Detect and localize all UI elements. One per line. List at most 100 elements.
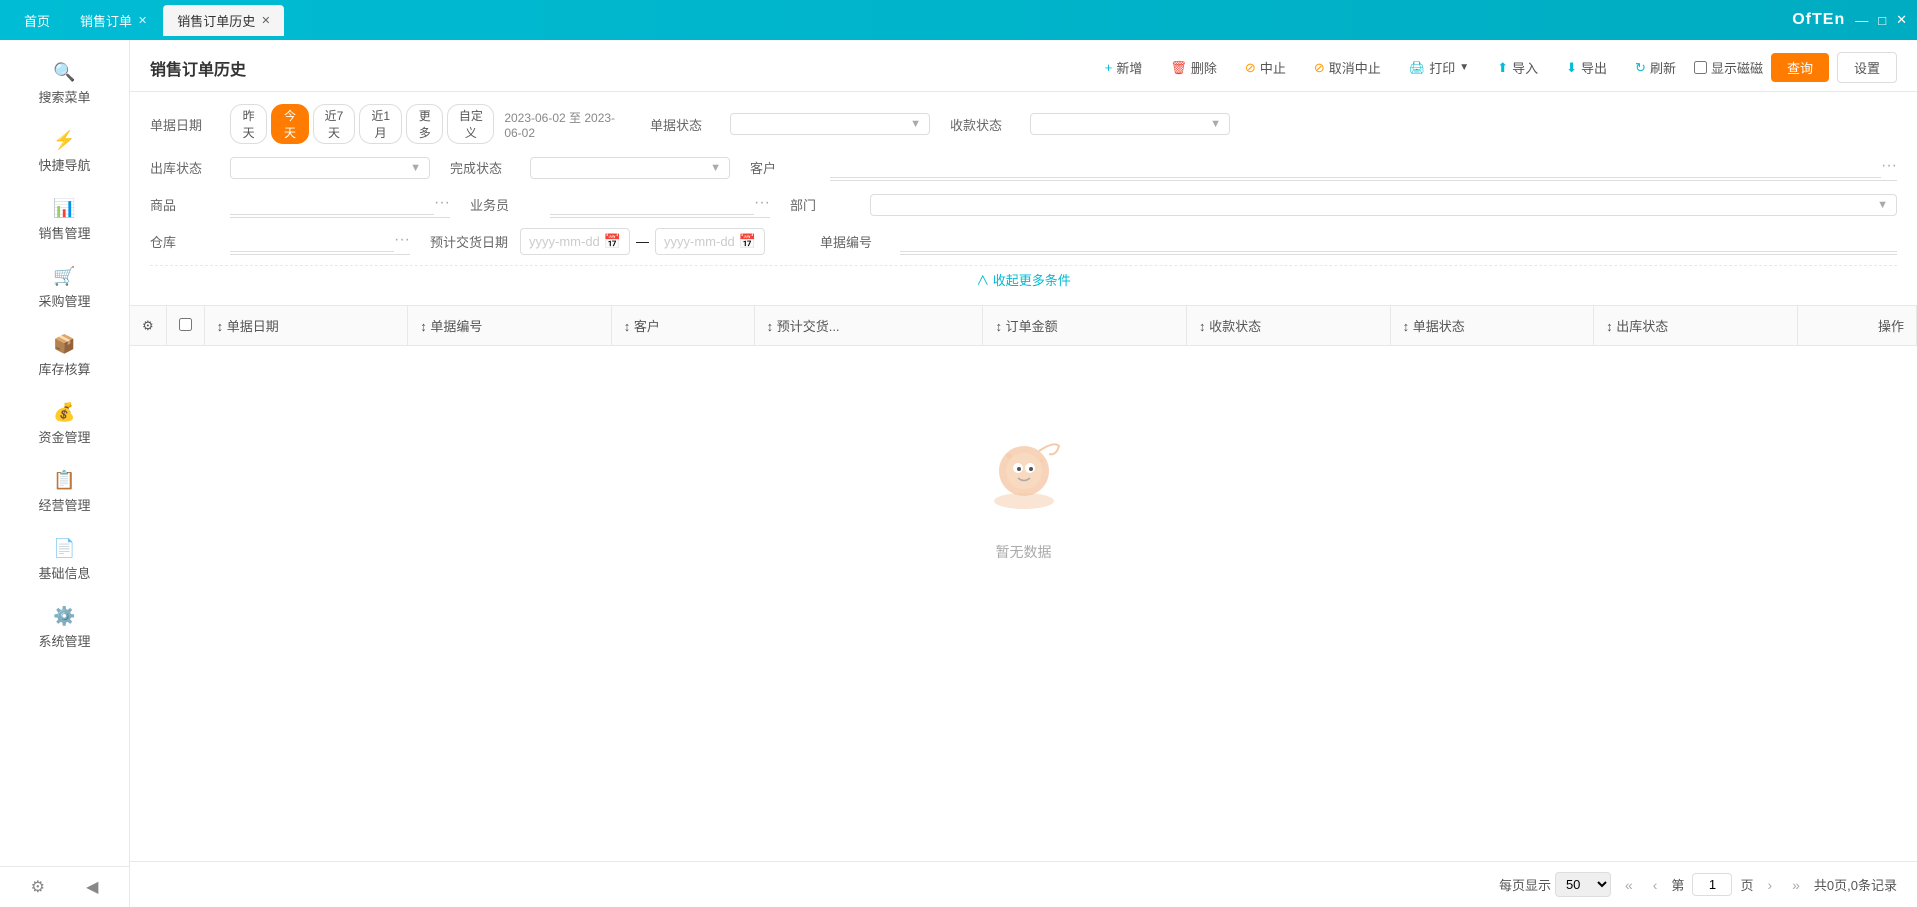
custom-btn[interactable]: 自定义 [447, 104, 494, 144]
sidebar-item-sales-mgmt-label: 销售管理 [38, 223, 90, 242]
tab-sales-order-close[interactable]: ✕ [138, 14, 147, 27]
more-btn[interactable]: 更多 [406, 104, 443, 144]
last7days-btn[interactable]: 近7天 [313, 104, 356, 144]
empty-text: 暂无数据 [996, 542, 1052, 562]
sidebar-item-sales-mgmt[interactable]: 📊 销售管理 [0, 186, 129, 254]
col-order-amount-label: ↕ 订单金额 [995, 319, 1057, 334]
sidebar-item-system[interactable]: ⚙️ 系统管理 [0, 594, 129, 662]
sidebar-item-operations-label: 经营管理 [38, 495, 90, 514]
main-layout: 🔍 搜索菜单 ⚡ 快捷导航 📊 销售管理 🛒 采购管理 📦 库存核算 💰 资金管… [0, 40, 1917, 907]
estimated-delivery-end[interactable]: yyyy-mm-dd 📅 [655, 228, 765, 255]
settings-button[interactable]: 设置 [1837, 52, 1897, 83]
tab-sales-order[interactable]: 销售订单 ✕ [66, 5, 161, 36]
product-input[interactable] [230, 191, 434, 215]
window-maximize-icon[interactable]: □ [1878, 13, 1886, 28]
new-icon: + [1105, 60, 1113, 75]
stop-button[interactable]: ⊘ 中止 [1235, 53, 1296, 82]
tab-sales-order-history-label: 销售订单历史 [177, 11, 255, 30]
doc-status-select[interactable]: ▼ [730, 113, 930, 135]
empty-state: 暂无数据 [130, 346, 1917, 642]
page-header: 销售订单历史 + 新增 🗑 删除 ⊘ 中止 ⊘ 取消中止 [130, 40, 1917, 92]
cancel-stop-button[interactable]: ⊘ 取消中止 [1304, 53, 1391, 82]
sidebar-item-finance[interactable]: 💰 资金管理 [0, 390, 129, 458]
col-check[interactable] [166, 306, 204, 346]
next-page-button[interactable]: › [1761, 875, 1778, 895]
tab-sales-order-history[interactable]: 销售订单历史 ✕ [163, 5, 284, 36]
col-order-amount[interactable]: ↕ 订单金额 [983, 306, 1187, 346]
col-estimated-delivery[interactable]: ↕ 预计交货... [754, 306, 983, 346]
order-no-input[interactable] [900, 228, 1897, 252]
customer-input[interactable] [830, 154, 1881, 178]
new-button[interactable]: + 新增 [1095, 53, 1153, 82]
display-cols-checkbox[interactable]: 显示磁磁 [1694, 58, 1763, 77]
sales-rep-dots-icon[interactable]: ··· [754, 194, 770, 212]
outbound-status-select[interactable]: ▼ [230, 157, 430, 179]
page-size-selector[interactable]: 50 10 20 100 [1555, 872, 1611, 897]
last1month-btn[interactable]: 近1月 [359, 104, 402, 144]
date-quick-btns: 昨天 今天 近7天 近1月 更多 自定义 [230, 104, 494, 144]
tab-home[interactable]: 首页 [10, 5, 64, 36]
col-outbound-status[interactable]: ↕ 出库状态 [1594, 306, 1798, 346]
export-button[interactable]: ⬇ 导出 [1556, 53, 1617, 82]
estimated-delivery-start-placeholder: yyyy-mm-dd [529, 234, 600, 249]
page-input[interactable] [1692, 873, 1732, 896]
sidebar-item-inventory-label: 库存核算 [38, 359, 90, 378]
product-dots-icon[interactable]: ··· [434, 194, 450, 212]
print-button[interactable]: 🖨 打印 ▼ [1399, 53, 1479, 82]
col-settings[interactable]: ⚙ [130, 306, 166, 346]
col-doc-status[interactable]: ↕ 单据状态 [1390, 306, 1594, 346]
department-label: 部门 [790, 195, 870, 214]
customer-dots-icon[interactable]: ··· [1881, 157, 1897, 175]
completion-status-label: 完成状态 [450, 158, 530, 177]
outbound-status-arrow-icon: ▼ [410, 162, 421, 174]
sidebar-collapse-button[interactable]: ◀ [86, 877, 98, 897]
delete-button[interactable]: 🗑 删除 [1160, 53, 1227, 82]
query-button[interactable]: 查询 [1771, 53, 1829, 82]
col-operations: 操作 [1797, 306, 1916, 346]
filter-row-2: 出库状态 ▼ 完成状态 ▼ 客户 ··· [150, 154, 1897, 181]
calendar-start-icon: 📅 [604, 233, 621, 250]
import-label: 导入 [1512, 58, 1538, 77]
warehouse-input[interactable] [230, 228, 394, 252]
print-arrow-icon: ▼ [1459, 62, 1469, 73]
sidebar-item-quick-nav[interactable]: ⚡ 快捷导航 [0, 118, 129, 186]
cancel-stop-icon: ⊘ [1314, 60, 1325, 76]
sidebar-item-purchase-mgmt[interactable]: 🛒 采购管理 [0, 254, 129, 322]
display-cols-input[interactable] [1694, 61, 1707, 74]
sales-rep-input[interactable] [550, 191, 754, 215]
first-page-button[interactable]: « [1619, 875, 1639, 895]
completion-status-select[interactable]: ▼ [530, 157, 730, 179]
last-page-button[interactable]: » [1786, 875, 1806, 895]
sidebar: 🔍 搜索菜单 ⚡ 快捷导航 📊 销售管理 🛒 采购管理 📦 库存核算 💰 资金管… [0, 40, 130, 907]
sidebar-item-operations[interactable]: 📋 经营管理 [0, 458, 129, 526]
yesterday-btn[interactable]: 昨天 [230, 104, 267, 144]
col-receipt-status[interactable]: ↕ 收款状态 [1187, 306, 1391, 346]
select-all-checkbox[interactable] [179, 318, 192, 331]
table-container: ⚙ ↕ 单据日期 ↕ 单据编号 ↕ 客户 [130, 306, 1917, 861]
sidebar-item-inventory[interactable]: 📦 库存核算 [0, 322, 129, 390]
window-minimize-icon[interactable]: — [1855, 13, 1868, 28]
window-close-icon[interactable]: ✕ [1896, 12, 1907, 28]
col-customer[interactable]: ↕ 客户 [611, 306, 754, 346]
prev-page-button[interactable]: ‹ [1647, 875, 1664, 895]
sidebar-item-search-menu[interactable]: 🔍 搜索菜单 [0, 50, 129, 118]
refresh-button[interactable]: ↻ 刷新 [1625, 53, 1686, 82]
estimated-delivery-start[interactable]: yyyy-mm-dd 📅 [520, 228, 630, 255]
col-date[interactable]: ↕ 单据日期 [204, 306, 408, 346]
department-select[interactable]: ▼ [870, 194, 1897, 216]
col-receipt-status-label: ↕ 收款状态 [1199, 319, 1261, 334]
product-label: 商品 [150, 195, 230, 214]
base-info-icon: 📄 [53, 538, 75, 559]
status-label: 单据状态 [650, 115, 730, 134]
sidebar-settings-button[interactable]: ⚙ [31, 877, 45, 897]
tab-sales-order-history-close[interactable]: ✕ [261, 14, 270, 27]
receipt-status-select[interactable]: ▼ [1030, 113, 1230, 135]
today-btn[interactable]: 今天 [271, 104, 308, 144]
import-button[interactable]: ⬆ 导入 [1487, 53, 1548, 82]
refresh-label: 刷新 [1650, 58, 1676, 77]
col-number[interactable]: ↕ 单据编号 [408, 306, 612, 346]
date-control: 昨天 今天 近7天 近1月 更多 自定义 2023-06-02 至 2023-0… [230, 104, 630, 144]
sidebar-item-base-info[interactable]: 📄 基础信息 [0, 526, 129, 594]
collapse-more-btn[interactable]: ∧ 收起更多条件 [150, 265, 1897, 293]
warehouse-dots-icon[interactable]: ··· [394, 231, 410, 249]
